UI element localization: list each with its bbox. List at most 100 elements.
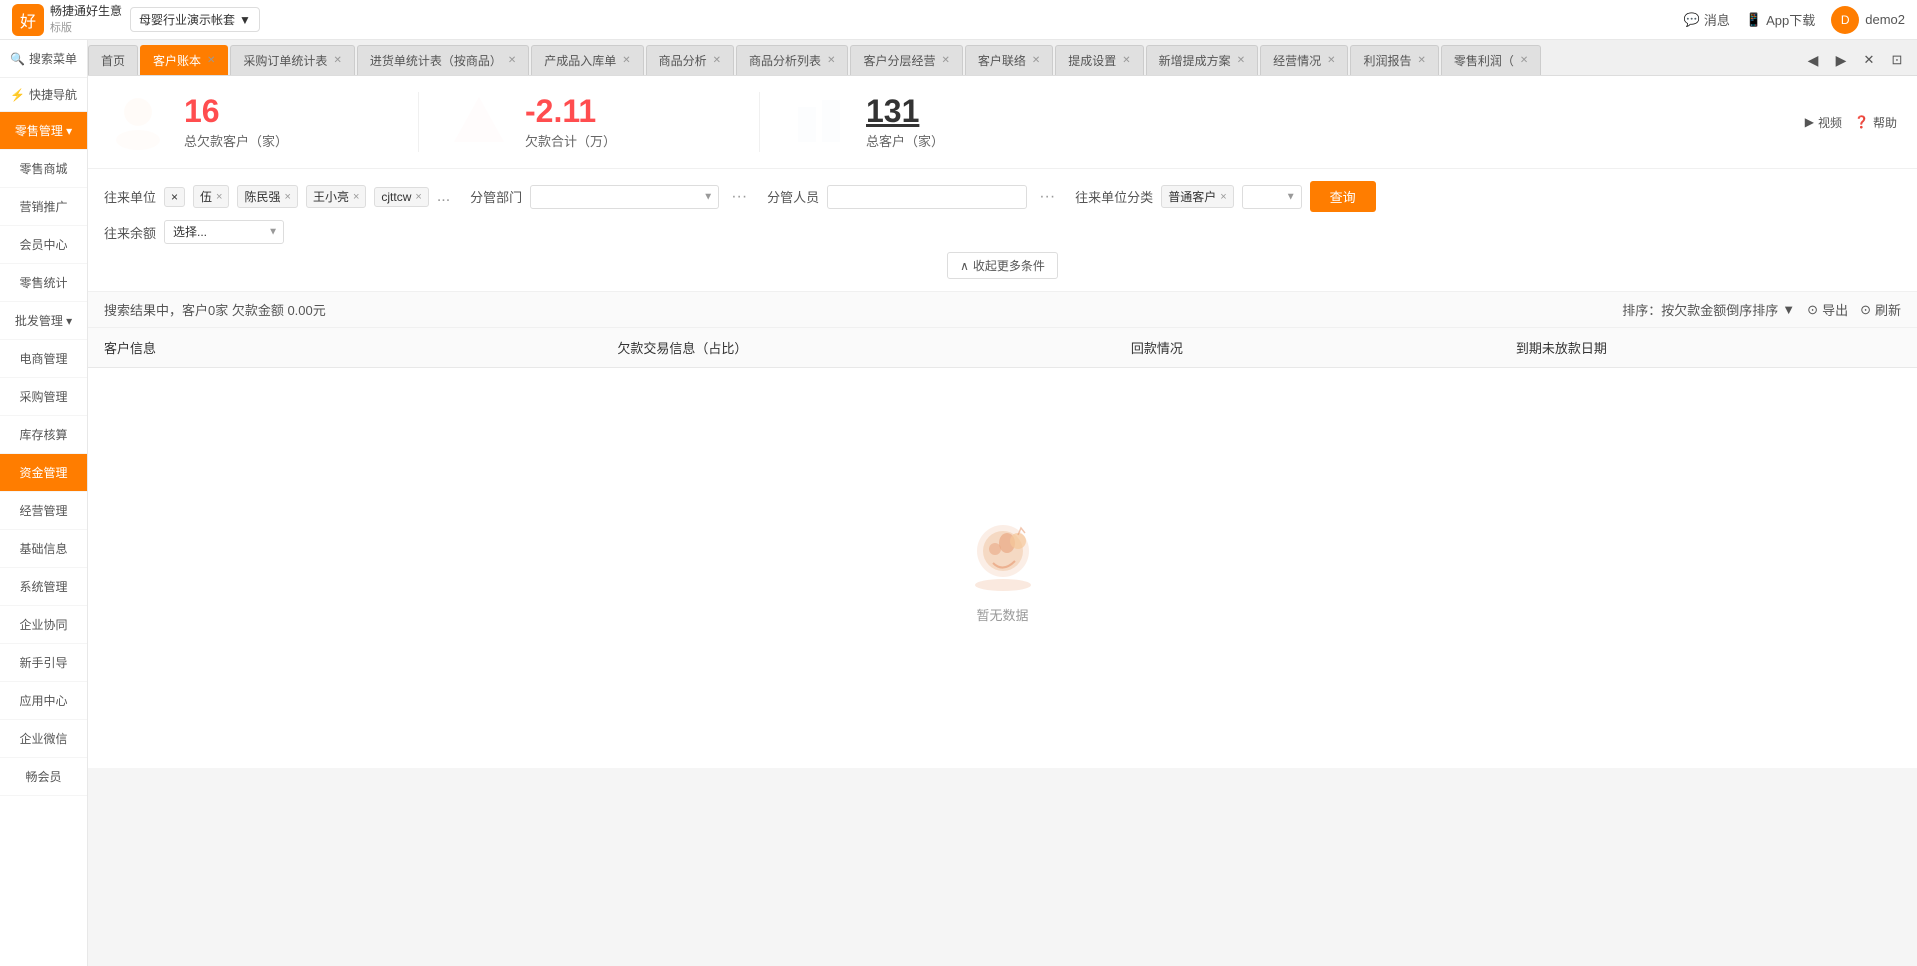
sidebar-item-label: 系统管理 [19,580,67,594]
tab-prompt-settings[interactable]: 提成设置 ✕ [1055,45,1143,75]
tab-new-achievement[interactable]: 新增提成方案 ✕ [1146,45,1258,75]
balance-select[interactable]: 选择... [164,220,284,244]
tab-product-analysis[interactable]: 商品分析 ✕ [646,45,734,75]
sidebar-item-wechat[interactable]: 企业微信 [0,720,87,758]
sidebar-item-purchase[interactable]: 采购管理 [0,378,87,416]
total-customers2-value: 131 [866,95,944,127]
refresh-btn[interactable]: ⊙ 刷新 [1860,300,1901,319]
col-repayment: 回款情况 [1131,338,1516,357]
tag-close-wu[interactable]: × [216,191,222,203]
stats-bar: 16 总欠款客户（家） -2.11 欠款合计（万） [88,76,1917,169]
tab-close-profit-report[interactable]: ✕ [1418,55,1426,66]
collapse-button[interactable]: ∧ 收起更多条件 [947,252,1058,279]
empty-text: 暂无数据 [976,605,1028,624]
filter-section: 往来单位 × 伍 × 陈民强 × 王小亮 × [88,169,1917,292]
sidebar-item-enterprise[interactable]: 企业协同 [0,606,87,644]
tag-close-wang[interactable]: × [353,191,359,203]
tab-purchase-order-stats[interactable]: 采购订单统计表 ✕ [230,45,354,75]
avatar: D [1831,6,1859,34]
user-area[interactable]: D demo2 [1831,6,1905,34]
logo-area: 好 畅捷通好生意 标版 [12,4,122,36]
tab-customer-accounts[interactable]: 客户账本 ✕ [140,45,228,75]
person-more-dots[interactable]: ··· [1039,188,1055,206]
tag-close-normal-customer[interactable]: × [1220,191,1226,203]
sidebar-item-apps[interactable]: 应用中心 [0,682,87,720]
tab-close-operations-status[interactable]: ✕ [1327,55,1335,66]
sort-select[interactable]: 排序：按欠款金额倒序排序 ▼ [1622,300,1795,319]
tab-nav-left[interactable]: ◀ [1801,45,1825,75]
company-select[interactable]: 母婴行业演示帐套 ▼ [130,7,260,32]
help-btn[interactable]: ❓ 帮助 [1854,114,1897,131]
tab-close-customer-contact[interactable]: ✕ [1032,55,1040,66]
filter-tag-normal-customer: 普通客户 × [1161,185,1233,208]
sidebar-item-inventory[interactable]: 库存核算 [0,416,87,454]
sidebar-item-member[interactable]: 会员中心 [0,226,87,264]
tab-close-cost-inbound[interactable]: ✕ [622,55,630,66]
content-area: 首页 客户账本 ✕ 采购订单统计表 ✕ 进货单统计表（按商品） ✕ 产成品入库单… [88,40,1917,966]
messages-btn[interactable]: 💬 消息 [1684,10,1730,29]
sidebar-item-retail-management[interactable]: 零售管理 ▾ [0,112,87,150]
tab-close-customer-segment[interactable]: ✕ [941,55,949,66]
tab-retail-profit[interactable]: 零售利润（ ✕ [1441,45,1541,75]
sidebar-item-label: 零售管理 ▾ [15,124,72,138]
sidebar-item-label: 应用中心 [19,694,67,708]
filter-more-dots[interactable]: ... [437,188,450,206]
query-button[interactable]: 查询 [1310,181,1376,212]
filter-row-balance: 往来余额 选择... [104,220,1901,244]
tab-close-purchase-order-stats[interactable]: ✕ [333,55,341,66]
tab-inbound-stats[interactable]: 进货单统计表（按商品） ✕ [357,45,529,75]
sidebar-item-label: 畅会员 [25,770,61,784]
total-customers-value: 16 [184,95,288,127]
sidebar-item-label: 营销推广 [19,200,67,214]
tab-close-customer-accounts[interactable]: ✕ [207,55,215,66]
total-customers-label: 总欠款客户（家） [184,131,288,150]
video-btn[interactable]: ▶ 视频 [1805,114,1842,131]
top-bar-right: 💬 消息 📱 App下载 D demo2 [1684,6,1905,34]
dept-input[interactable] [530,185,719,209]
dept-more-dots[interactable]: ··· [731,188,747,206]
tab-close-retail-profit[interactable]: ✕ [1520,55,1528,66]
tab-operations-status[interactable]: 经营情况 ✕ [1260,45,1348,75]
balance-select-wrap: 选择... [164,220,284,244]
sidebar-item-system[interactable]: 系统管理 [0,568,87,606]
tab-product-analysis-list[interactable]: 商品分析列表 ✕ [736,45,848,75]
tab-close-new-achievement[interactable]: ✕ [1237,55,1245,66]
total-customers2-label: 总客户（家） [866,131,944,150]
tag-close-cjttcw[interactable]: × [415,191,421,203]
unit-class-select[interactable] [1242,185,1302,209]
tab-close-product-analysis-list[interactable]: ✕ [827,55,835,66]
sidebar-item-retail-stats[interactable]: 零售统计 [0,264,87,302]
sidebar-item-marketing[interactable]: 营销推广 [0,188,87,226]
sidebar-item-vip[interactable]: 畅会员 [0,758,87,796]
tab-bar: 首页 客户账本 ✕ 采购订单统计表 ✕ 进货单统计表（按商品） ✕ 产成品入库单… [88,40,1917,76]
sidebar-quick-nav[interactable]: ⚡ 快捷导航 [0,78,87,112]
sidebar-item-guide[interactable]: 新手引导 [0,644,87,682]
tab-home[interactable]: 首页 [88,45,138,75]
app-download-btn[interactable]: 📱 App下载 [1746,10,1815,29]
tab-close-inbound-stats[interactable]: ✕ [508,55,516,66]
logo-icon: 好 [12,4,44,36]
tab-profit-report[interactable]: 利润报告 ✕ [1350,45,1438,75]
tab-customer-contact[interactable]: 客户联络 ✕ [965,45,1053,75]
logo-sub: 标版 [50,19,122,35]
sidebar-search[interactable]: 🔍 搜索菜单 [0,40,87,78]
sort-label: 排序：按欠款金额倒序排序 [1622,300,1778,319]
tab-cost-inbound[interactable]: 产成品入库单 ✕ [531,45,643,75]
tab-nav-right[interactable]: ▶ [1829,45,1853,75]
sidebar-item-basic-info[interactable]: 基础信息 [0,530,87,568]
export-btn[interactable]: ⊙ 导出 [1807,300,1848,319]
tab-nav-close-all[interactable]: ✕ [1857,45,1881,75]
tag-close-chen[interactable]: × [285,191,291,203]
stat-block-customers: 16 总欠款客户（家） [108,92,388,152]
tab-nav-expand[interactable]: ⊡ [1885,45,1909,75]
stats-actions: ▶ 视频 ❓ 帮助 [1805,114,1897,131]
sidebar-item-operations[interactable]: 经营管理 [0,492,87,530]
tab-customer-segment[interactable]: 客户分层经营 ✕ [850,45,962,75]
person-input[interactable] [827,185,1027,209]
sidebar-item-ecommerce[interactable]: 电商管理 [0,340,87,378]
tab-close-product-analysis[interactable]: ✕ [713,55,721,66]
sidebar-item-finance[interactable]: 资金管理 [0,454,87,492]
tab-close-prompt-settings[interactable]: ✕ [1122,55,1130,66]
sidebar-item-wholesale[interactable]: 批发管理 ▾ [0,302,87,340]
sidebar-item-retail-mall[interactable]: 零售商城 [0,150,87,188]
